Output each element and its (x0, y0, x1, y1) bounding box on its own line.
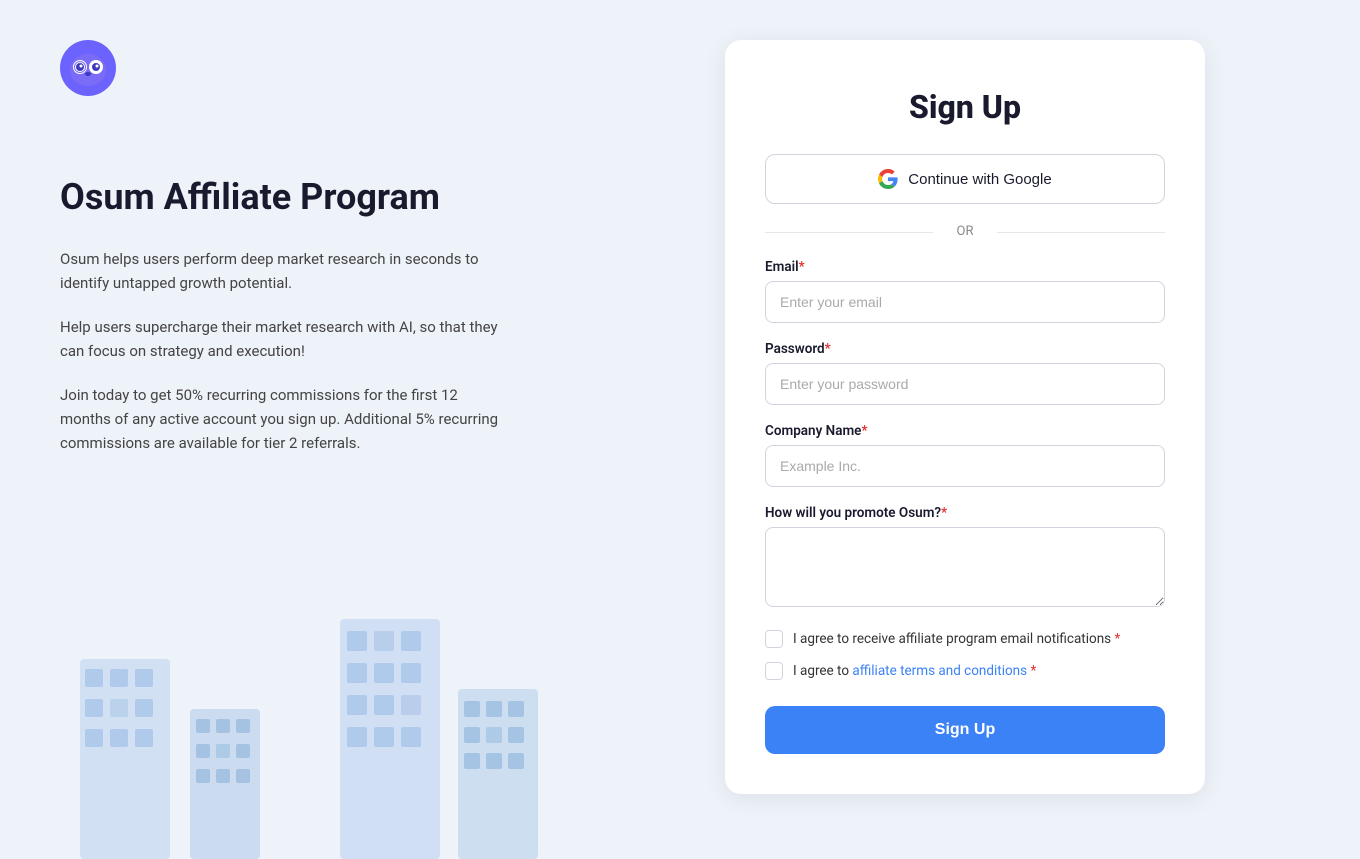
or-divider: OR (765, 224, 1165, 239)
form-title: Sign Up (765, 88, 1165, 126)
signup-button[interactable]: Sign Up (765, 706, 1165, 754)
checkbox1-input[interactable] (765, 630, 783, 648)
checkbox1-group: I agree to receive affiliate program ema… (765, 629, 1165, 649)
left-desc-2: Help users supercharge their market rese… (60, 315, 510, 363)
signup-label: Sign Up (935, 721, 995, 738)
password-field-group: Password* (765, 341, 1165, 405)
checkbox2-group: I agree to affiliate terms and condition… (765, 661, 1165, 681)
terms-link[interactable]: affiliate terms and conditions (852, 663, 1027, 679)
right-panel: Sign Up Continue with Google OR Email* (570, 0, 1360, 859)
promote-field-group: How will you promote Osum?* (765, 505, 1165, 611)
google-signin-button[interactable]: Continue with Google (765, 154, 1165, 204)
promote-label: How will you promote Osum?* (765, 505, 1165, 521)
checkbox2-label[interactable]: I agree to affiliate terms and condition… (793, 661, 1036, 681)
password-input[interactable] (765, 363, 1165, 405)
company-label: Company Name* (765, 423, 1165, 439)
email-label: Email* (765, 259, 1165, 275)
google-icon (878, 169, 898, 189)
company-input[interactable] (765, 445, 1165, 487)
checkbox2-input[interactable] (765, 662, 783, 680)
password-label: Password* (765, 341, 1165, 357)
email-input[interactable] (765, 281, 1165, 323)
left-content: Osum Affiliate Program Osum helps users … (60, 176, 510, 455)
promote-textarea[interactable] (765, 527, 1165, 607)
checkbox1-label[interactable]: I agree to receive affiliate program ema… (793, 629, 1120, 649)
left-desc-3: Join today to get 50% recurring commissi… (60, 383, 510, 455)
email-field-group: Email* (765, 259, 1165, 323)
company-field-group: Company Name* (765, 423, 1165, 487)
left-title: Osum Affiliate Program (60, 176, 510, 219)
left-panel: Osum Affiliate Program Osum helps users … (0, 0, 570, 859)
osum-logo-icon (60, 40, 116, 96)
google-btn-label: Continue with Google (908, 171, 1051, 188)
form-card: Sign Up Continue with Google OR Email* (725, 40, 1205, 794)
left-desc-1: Osum helps users perform deep market res… (60, 247, 510, 295)
logo (60, 40, 510, 96)
buildings-illustration (0, 559, 570, 859)
or-text: OR (957, 224, 974, 239)
